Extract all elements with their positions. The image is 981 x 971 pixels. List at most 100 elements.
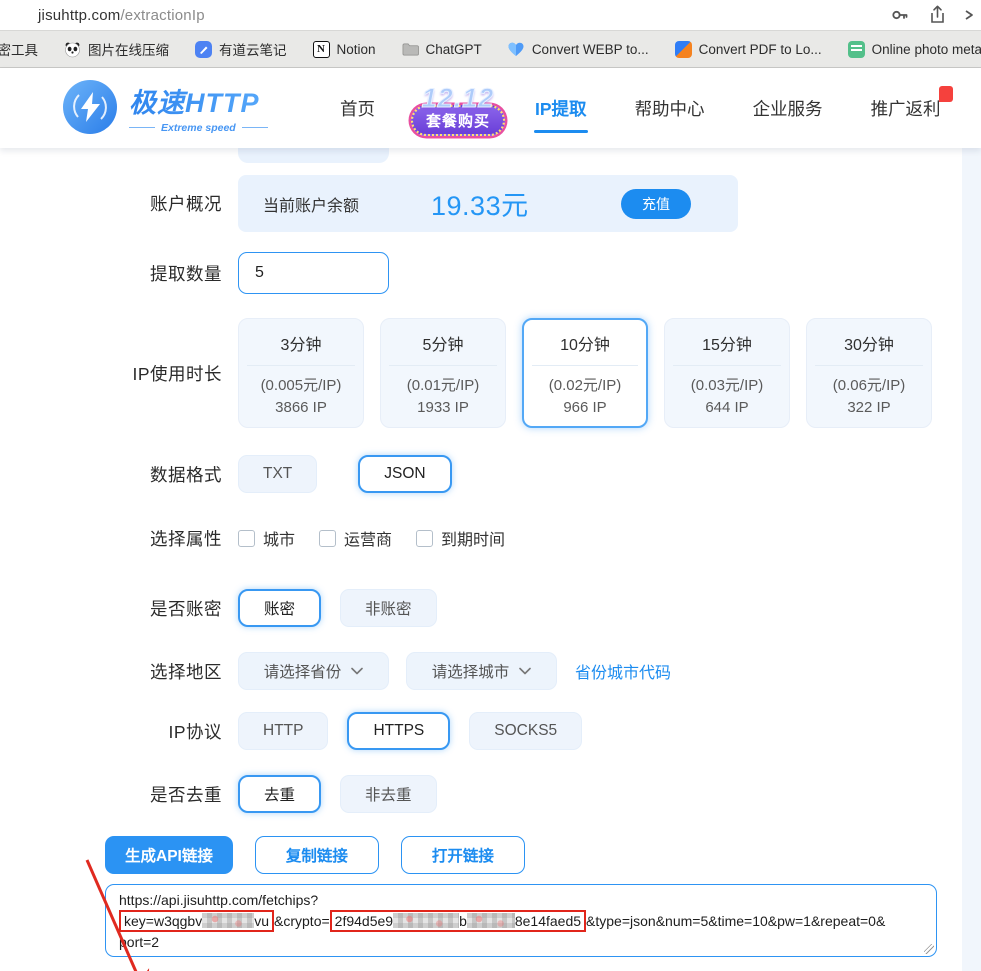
duration-price: (0.06元/IP) bbox=[832, 377, 906, 394]
copy-link-button[interactable]: 复制链接 bbox=[254, 836, 379, 874]
bookmark-label: ChatGPT bbox=[425, 41, 482, 57]
site-logo[interactable]: 极速HTTP Extreme speed bbox=[63, 80, 268, 134]
quantity-input[interactable] bbox=[238, 252, 389, 294]
nav-item-enterprise[interactable]: 企业服务 bbox=[753, 68, 823, 148]
address-bar[interactable]: jisuhttp.com/extractionIp bbox=[38, 7, 205, 24]
bookmark-item[interactable]: Convert WEBP to... bbox=[508, 41, 649, 58]
duration-card-30min[interactable]: 30分钟 (0.06元/IP) 322 IP bbox=[806, 318, 932, 428]
duration-price: (0.03元/IP) bbox=[690, 377, 764, 394]
bookmark-item[interactable]: Convert PDF to Lo... bbox=[674, 40, 822, 58]
duration-card-3min[interactable]: 3分钟 (0.005元/IP) 3866 IP bbox=[238, 318, 364, 428]
url-host: jisuhttp.com bbox=[38, 6, 121, 24]
balance-value: 19.33元 bbox=[431, 191, 529, 221]
generate-api-link-button[interactable]: 生成API链接 bbox=[105, 836, 233, 874]
bookmark-item[interactable]: 图片在线压缩 bbox=[64, 39, 169, 59]
protocol-chip-https[interactable]: HTTPS bbox=[347, 712, 451, 750]
partial-toolbar-icon[interactable] bbox=[965, 5, 975, 25]
censored-key-mosaic bbox=[202, 913, 255, 928]
notion-icon: N bbox=[312, 40, 330, 58]
main-nav: 首页 12.12 套餐购买 IP提取 帮助中心 企业服务 推广返利 bbox=[340, 68, 953, 148]
duration-price: (0.02元/IP) bbox=[548, 377, 622, 394]
checkbox-expiry[interactable]: 到期时间 bbox=[416, 526, 505, 550]
format-chip-txt[interactable]: TXT bbox=[238, 455, 318, 493]
bookmark-item[interactable]: Online photo meta... bbox=[847, 40, 981, 58]
nav-label: 推广返利 bbox=[870, 98, 941, 119]
bookmark-label: Convert PDF to Lo... bbox=[698, 41, 822, 57]
province-select[interactable]: 请选择省份 bbox=[238, 652, 389, 690]
api-url-line2: key=w3qgbv vu &crypto= 2f94d5e9 b 8e14faed5 &t… bbox=[119, 910, 923, 932]
logo-subtitle: Extreme speed bbox=[129, 122, 268, 134]
balance-label: 当前账户余额 bbox=[263, 197, 360, 215]
chevron-down-icon bbox=[519, 667, 532, 675]
duration-title: 30分钟 bbox=[844, 337, 894, 354]
bookmark-item[interactable]: 有道云笔记 bbox=[195, 39, 287, 59]
browser-toolbar: jisuhttp.com/extractionIp bbox=[0, 0, 981, 30]
api-url-line3: port=2 bbox=[119, 934, 160, 950]
share-icon[interactable] bbox=[928, 4, 947, 25]
open-link-button[interactable]: 打开链接 bbox=[400, 836, 525, 874]
duration-stock: 3866 IP bbox=[275, 399, 327, 416]
logo-title: 极速HTTP bbox=[129, 81, 268, 120]
divider bbox=[532, 365, 638, 366]
bookmark-label: 有道云笔记 bbox=[219, 43, 287, 58]
recharge-button[interactable]: 充值 bbox=[621, 188, 691, 219]
nav-item-home[interactable]: 首页 bbox=[340, 68, 375, 148]
bookmark-label: Notion bbox=[336, 41, 376, 57]
nav-item-help-center[interactable]: 帮助中心 bbox=[635, 68, 705, 148]
site-header: 极速HTTP Extreme speed 首页 12.12 套餐购买 IP提取 … bbox=[0, 68, 981, 148]
divider bbox=[673, 365, 781, 366]
api-crypto-p3: 8e14faed5 bbox=[514, 913, 582, 929]
bookmark-label: 图片在线压缩 bbox=[88, 43, 169, 58]
checkbox-carrier[interactable]: 运营商 bbox=[319, 526, 392, 550]
account-panel: 当前账户余额 19.33元 充值 bbox=[238, 175, 738, 232]
api-url-textarea[interactable]: https://api.jisuhttp.com/fetchips? key=w… bbox=[105, 884, 937, 957]
duration-price: (0.01元/IP) bbox=[406, 377, 480, 394]
quantity-label: 提取数量 bbox=[150, 263, 222, 284]
duration-card-15min[interactable]: 15分钟 (0.03元/IP) 644 IP bbox=[664, 318, 790, 428]
city-select[interactable]: 请选择城市 bbox=[406, 652, 557, 690]
checkbox-box bbox=[416, 529, 434, 547]
bookmark-item[interactable]: 加密工具 bbox=[0, 39, 38, 59]
auth-chip-with-credentials[interactable]: 账密 bbox=[238, 589, 322, 627]
hot-badge bbox=[938, 86, 953, 102]
api-crypto-param: &crypto= bbox=[274, 913, 330, 929]
lightning-logo-icon bbox=[63, 80, 117, 134]
panda-icon bbox=[64, 41, 81, 58]
city-placeholder: 请选择城市 bbox=[431, 664, 510, 681]
bookmarks-bar: 加密工具 图片在线压缩 有道云笔记 N Notion ChatGPT Conve… bbox=[0, 30, 981, 68]
checkbox-city[interactable]: 城市 bbox=[238, 526, 295, 550]
duration-card-10min[interactable]: 10分钟 (0.02元/IP) 966 IP bbox=[522, 318, 648, 428]
webp-converter-icon bbox=[508, 41, 525, 58]
password-key-icon[interactable] bbox=[890, 5, 910, 25]
duration-options: 3分钟 (0.005元/IP) 3866 IP 5分钟 (0.01元/IP) 1… bbox=[238, 318, 932, 428]
bookmark-item[interactable]: N Notion bbox=[312, 40, 376, 58]
api-url-tail: &type=json&num=5&time=10&pw=1&repeat=0& bbox=[586, 913, 886, 929]
bookmark-item[interactable]: ChatGPT bbox=[402, 41, 482, 58]
youdao-note-icon bbox=[195, 40, 212, 58]
divider bbox=[247, 365, 355, 366]
auth-chip-without-credentials[interactable]: 非账密 bbox=[340, 589, 437, 627]
dedupe-chip-yes[interactable]: 去重 bbox=[238, 775, 322, 813]
promo-badge-1212[interactable]: 12.12 套餐购买 bbox=[411, 82, 506, 136]
bookmark-label: 加密工具 bbox=[0, 43, 38, 58]
annotation-box-crypto: 2f94d5e9 b 8e14faed5 bbox=[329, 910, 587, 932]
format-chip-json[interactable]: JSON bbox=[358, 455, 452, 493]
province-city-code-link[interactable]: 省份城市代码 bbox=[575, 659, 671, 683]
divider bbox=[389, 365, 497, 366]
censored-crypto-mosaic bbox=[466, 913, 515, 928]
checkbox-label: 城市 bbox=[263, 532, 296, 549]
duration-title: 10分钟 bbox=[560, 337, 610, 354]
protocol-chip-socks5[interactable]: SOCKS5 bbox=[469, 712, 583, 750]
nav-item-referral[interactable]: 推广返利 bbox=[870, 68, 953, 148]
pdf-converter-icon bbox=[674, 40, 692, 58]
protocol-chip-http[interactable]: HTTP bbox=[238, 712, 329, 750]
extraction-form: 账户概况 当前账户余额 19.33元 充值 提取数量 IP使用时长 3分钟 (0… bbox=[0, 148, 962, 971]
dedupe-chip-no[interactable]: 非去重 bbox=[340, 775, 437, 813]
promo-1212-text: 12.12 bbox=[421, 82, 495, 113]
annotation-box-key: key=w3qgbv vu bbox=[119, 910, 275, 932]
duration-card-5min[interactable]: 5分钟 (0.01元/IP) 1933 IP bbox=[380, 318, 506, 428]
protocol-label: IP协议 bbox=[168, 721, 222, 742]
api-key-suffix: vu bbox=[254, 913, 270, 929]
divider bbox=[815, 365, 923, 366]
nav-item-ip-extract[interactable]: IP提取 bbox=[533, 68, 588, 148]
